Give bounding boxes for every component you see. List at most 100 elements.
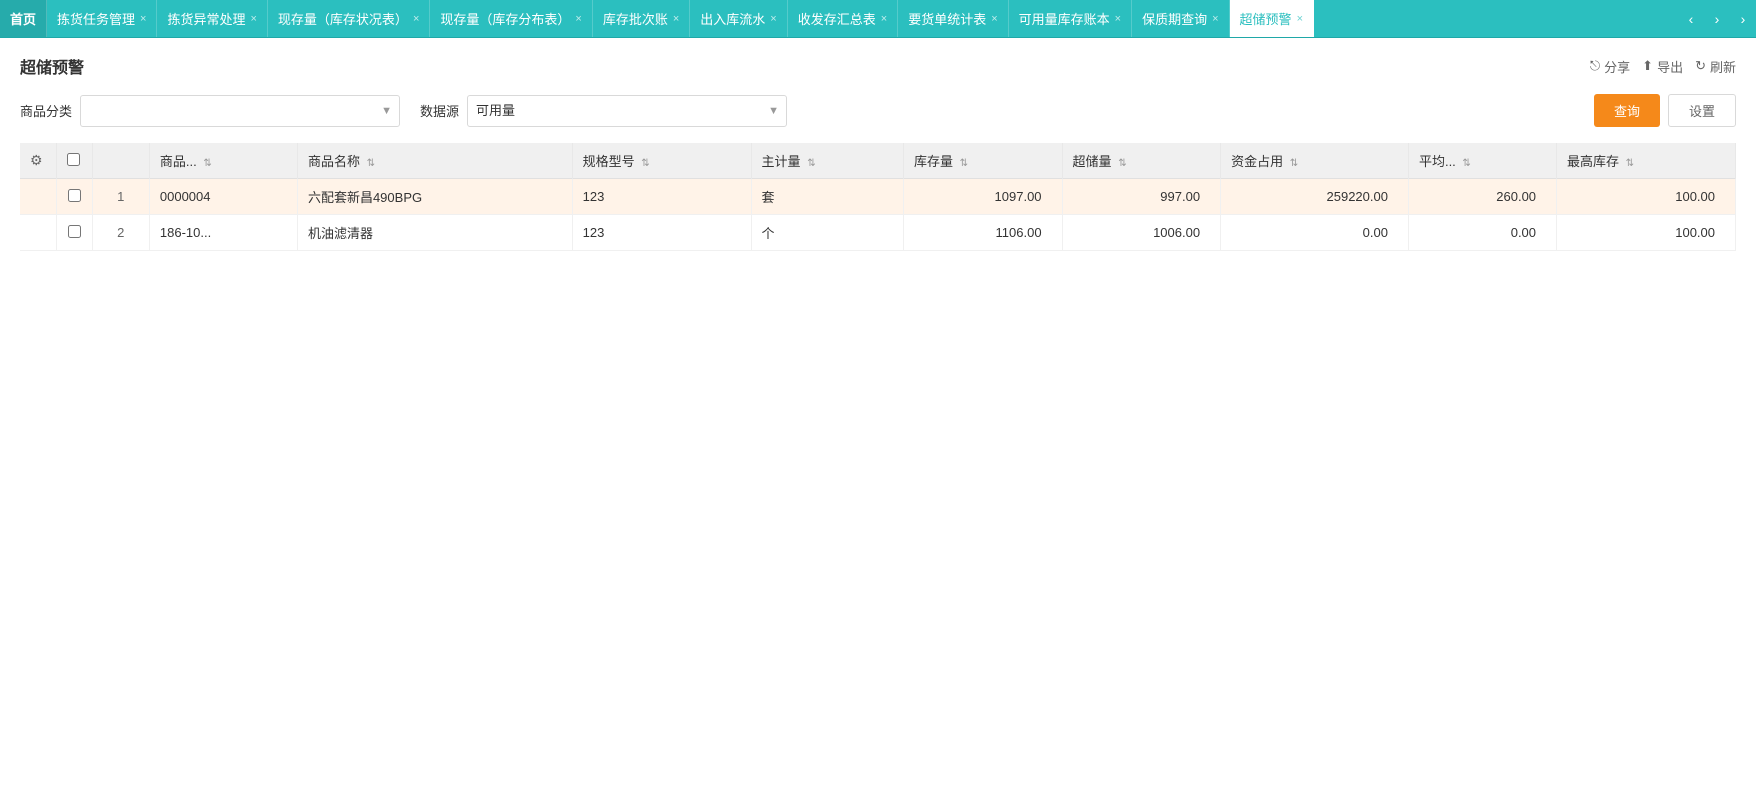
query-button[interactable]: 查询 — [1594, 94, 1660, 127]
page-title: 超储预警 — [20, 54, 84, 78]
nav-tab-4[interactable]: 库存批次账 × — [593, 0, 690, 37]
row-overstock-1: 1006.00 — [1062, 215, 1221, 251]
row-spec-0: 123 — [572, 179, 751, 215]
sort-icon-capital[interactable]: ⇅ — [1290, 158, 1298, 169]
sort-icon-unit[interactable]: ⇅ — [807, 158, 815, 169]
refresh-icon: ↻ — [1695, 58, 1706, 74]
nav-tab-10[interactable]: 超储预警 × — [1230, 0, 1314, 37]
col-checkbox — [56, 143, 92, 179]
close-tab-7[interactable]: × — [991, 13, 997, 25]
row-settings-1 — [20, 215, 56, 251]
row-stock-0: 1097.00 — [904, 179, 1063, 215]
header-actions: ⎋ 分享 ⬆ 导出 ↻ 刷新 — [1590, 57, 1736, 76]
export-icon: ⬆ — [1642, 58, 1653, 74]
datasource-select[interactable]: 可用量 — [467, 95, 787, 127]
datasource-select-wrapper: 可用量 ▼ — [467, 95, 787, 127]
filter-actions: 查询 设置 — [1594, 94, 1736, 127]
close-tab-2[interactable]: × — [413, 13, 419, 25]
col-name: 商品名称 ⇅ — [297, 143, 572, 179]
row-num-0: 1 — [92, 179, 149, 215]
col-unit: 主计量 ⇅ — [751, 143, 903, 179]
row-code-1: 186-10... — [149, 215, 297, 251]
row-checkbox-1[interactable] — [68, 225, 81, 238]
row-code-0: 0000004 — [149, 179, 297, 215]
row-avg-1: 0.00 — [1408, 215, 1556, 251]
col-overstock: 超储量 ⇅ — [1062, 143, 1221, 179]
page-container: 超储预警 ⎋ 分享 ⬆ 导出 ↻ 刷新 商品分类 ▼ — [0, 38, 1756, 800]
close-tab-1[interactable]: × — [250, 13, 256, 25]
nav-tab-2[interactable]: 现存量（库存状况表） × — [268, 0, 430, 37]
close-tab-6[interactable]: × — [881, 13, 887, 25]
col-capital: 资金占用 ⇅ — [1221, 143, 1409, 179]
row-avg-0: 260.00 — [1408, 179, 1556, 215]
sort-icon-code[interactable]: ⇅ — [203, 158, 211, 169]
sort-icon-spec[interactable]: ⇅ — [641, 158, 649, 169]
row-maxstock-1: 100.00 — [1557, 215, 1736, 251]
col-stock: 库存量 ⇅ — [904, 143, 1063, 179]
sort-icon-overstock[interactable]: ⇅ — [1118, 158, 1126, 169]
top-nav: 首页 拣货任务管理 × 拣货异常处理 × 现存量（库存状况表） × 现存量（库存… — [0, 0, 1756, 38]
row-num-1: 2 — [92, 215, 149, 251]
nav-tab-9[interactable]: 保质期查询 × — [1132, 0, 1229, 37]
nav-arrow-right[interactable]: › — [1704, 0, 1730, 38]
row-unit-0: 套 — [751, 179, 903, 215]
data-table: ⚙ 商品... ⇅ 商品名称 ⇅ 规格型号 ⇅ 主计量 — [20, 143, 1736, 251]
share-button[interactable]: ⎋ 分享 — [1590, 57, 1630, 76]
row-settings-0 — [20, 179, 56, 215]
row-checkbox-0[interactable] — [68, 189, 81, 202]
datasource-label: 数据源 — [420, 101, 459, 120]
close-tab-3[interactable]: × — [575, 13, 581, 25]
col-avg: 平均... ⇅ — [1408, 143, 1556, 179]
row-name-0: 六配套新昌490BPG — [297, 179, 572, 215]
nav-arrow-left[interactable]: ‹ — [1678, 0, 1704, 38]
row-stock-1: 1106.00 — [904, 215, 1063, 251]
filter-row: 商品分类 ▼ 数据源 可用量 ▼ 查询 设置 — [20, 94, 1736, 127]
category-label: 商品分类 — [20, 101, 72, 120]
filter-datasource: 数据源 可用量 ▼ — [420, 95, 787, 127]
settings-button[interactable]: 设置 — [1668, 94, 1736, 127]
nav-arrows: ‹ › › — [1678, 0, 1756, 38]
nav-tab-5[interactable]: 出入库流水 × — [690, 0, 787, 37]
close-tab-5[interactable]: × — [770, 13, 776, 25]
table-header-row: ⚙ 商品... ⇅ 商品名称 ⇅ 规格型号 ⇅ 主计量 — [20, 143, 1736, 179]
row-capital-1: 0.00 — [1221, 215, 1409, 251]
col-maxstock: 最高库存 ⇅ — [1557, 143, 1736, 179]
row-spec-1: 123 — [572, 215, 751, 251]
refresh-button[interactable]: ↻ 刷新 — [1695, 57, 1736, 76]
gear-icon[interactable]: ⚙ — [30, 152, 43, 168]
col-settings: ⚙ — [20, 143, 56, 179]
close-tab-10[interactable]: × — [1297, 13, 1303, 25]
close-tab-9[interactable]: × — [1212, 13, 1218, 25]
nav-tab-3[interactable]: 现存量（库存分布表） × — [430, 0, 592, 37]
page-header: 超储预警 ⎋ 分享 ⬆ 导出 ↻ 刷新 — [20, 54, 1736, 78]
sort-icon-maxstock[interactable]: ⇅ — [1626, 158, 1634, 169]
close-tab-8[interactable]: × — [1115, 13, 1121, 25]
table-row: 1 0000004 六配套新昌490BPG 123 套 1097.00 997.… — [20, 179, 1736, 215]
nav-arrow-expand[interactable]: › — [1730, 0, 1756, 38]
category-select[interactable] — [80, 95, 400, 127]
row-name-1: 机油滤清器 — [297, 215, 572, 251]
nav-home[interactable]: 首页 — [0, 0, 47, 37]
share-icon: ⎋ — [1590, 58, 1600, 74]
sort-icon-name[interactable]: ⇅ — [367, 158, 375, 169]
sort-icon-avg[interactable]: ⇅ — [1462, 158, 1470, 169]
row-checkbox-cell-1 — [56, 215, 92, 251]
row-checkbox-cell-0 — [56, 179, 92, 215]
row-unit-1: 个 — [751, 215, 903, 251]
export-button[interactable]: ⬆ 导出 — [1642, 57, 1683, 76]
filter-category: 商品分类 ▼ — [20, 95, 400, 127]
close-tab-4[interactable]: × — [673, 13, 679, 25]
close-tab-0[interactable]: × — [140, 13, 146, 25]
row-maxstock-0: 100.00 — [1557, 179, 1736, 215]
sort-icon-stock[interactable]: ⇅ — [960, 158, 968, 169]
col-spec: 规格型号 ⇅ — [572, 143, 751, 179]
col-code: 商品... ⇅ — [149, 143, 297, 179]
nav-tab-6[interactable]: 收发存汇总表 × — [788, 0, 898, 37]
select-all-checkbox[interactable] — [67, 153, 80, 166]
nav-tab-8[interactable]: 可用量库存账本 × — [1009, 0, 1132, 37]
nav-tab-1[interactable]: 拣货异常处理 × — [157, 0, 267, 37]
nav-tab-0[interactable]: 拣货任务管理 × — [47, 0, 157, 37]
nav-tab-7[interactable]: 要货单统计表 × — [898, 0, 1008, 37]
row-capital-0: 259220.00 — [1221, 179, 1409, 215]
row-overstock-0: 997.00 — [1062, 179, 1221, 215]
